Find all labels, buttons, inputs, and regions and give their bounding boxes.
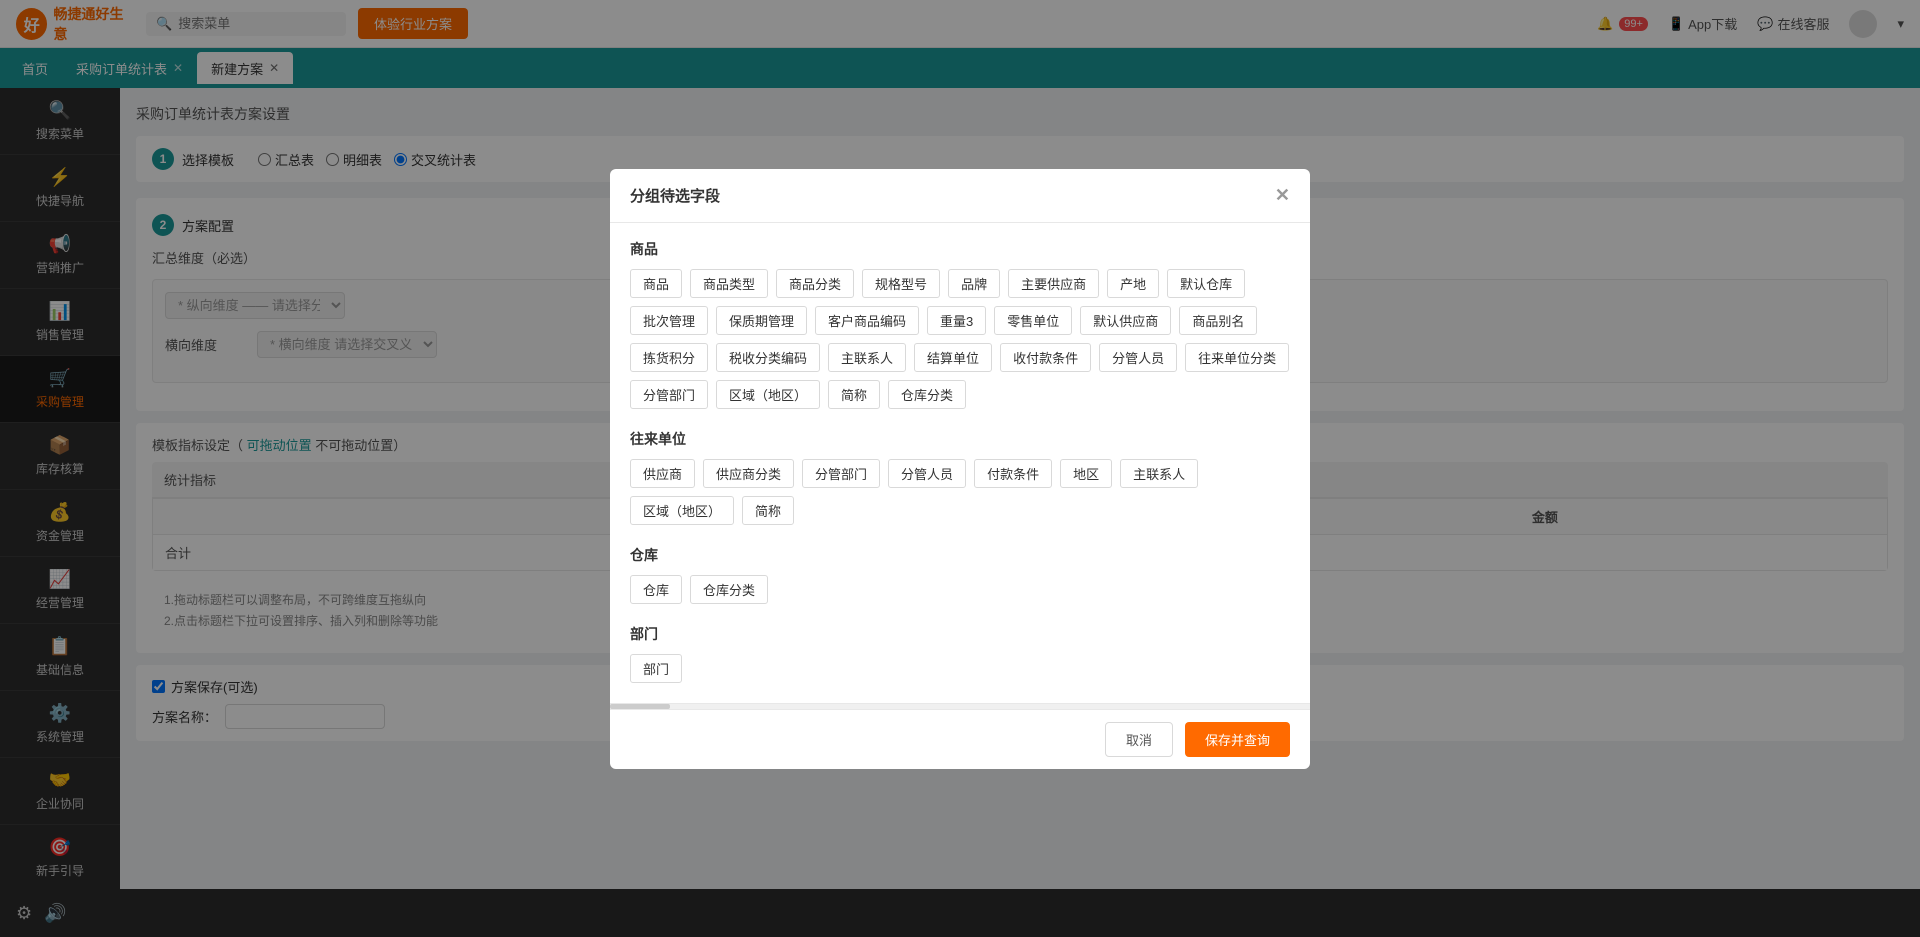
field-tag-goods-alias[interactable]: 商品别名 xyxy=(1179,306,1257,335)
field-tag-supervisor2[interactable]: 分管人员 xyxy=(888,459,966,488)
field-tag-warehouse[interactable]: 仓库 xyxy=(630,575,682,604)
field-tag-customer-code[interactable]: 客户商品编码 xyxy=(815,306,919,335)
modal-horizontal-scroll[interactable] xyxy=(610,703,1310,709)
field-tag-brand[interactable]: 品牌 xyxy=(948,269,1000,298)
field-tag-supplier[interactable]: 供应商 xyxy=(630,459,695,488)
field-tag-payment-terms[interactable]: 收付款条件 xyxy=(1000,343,1091,372)
dept-fields: 部门 xyxy=(630,654,1290,683)
field-tag-short-name2[interactable]: 简称 xyxy=(742,496,794,525)
section-dept-title: 部门 xyxy=(630,624,1290,644)
section-dept: 部门 部门 xyxy=(630,624,1290,683)
field-tag-spec[interactable]: 规格型号 xyxy=(862,269,940,298)
field-tag-counterpart-category[interactable]: 往来单位分类 xyxy=(1185,343,1289,372)
field-tag-main-contact[interactable]: 主联系人 xyxy=(828,343,906,372)
field-tag-dept-mgmt2[interactable]: 分管部门 xyxy=(802,459,880,488)
counterpart-fields: 供应商 供应商分类 分管部门 分管人员 付款条件 地区 主联系人 区域（地区） … xyxy=(630,459,1290,525)
modal-footer: 取消 保存并查询 xyxy=(610,709,1310,769)
modal-title: 分组待选字段 xyxy=(630,185,720,206)
field-tag-dept[interactable]: 部门 xyxy=(630,654,682,683)
hscroll-thumb xyxy=(610,704,670,709)
field-tag-quality-mgmt[interactable]: 保质期管理 xyxy=(716,306,807,335)
section-goods: 商品 商品 商品类型 商品分类 规格型号 品牌 主要供应商 产地 默认仓库 批次… xyxy=(630,239,1290,409)
section-counterpart-title: 往来单位 xyxy=(630,429,1290,449)
goods-fields: 商品 商品类型 商品分类 规格型号 品牌 主要供应商 产地 默认仓库 批次管理 … xyxy=(630,269,1290,409)
section-warehouse: 仓库 仓库 仓库分类 xyxy=(630,545,1290,604)
field-tag-main-supplier[interactable]: 主要供应商 xyxy=(1008,269,1099,298)
field-tag-region[interactable]: 区域（地区） xyxy=(716,380,820,409)
field-tag-tax-code[interactable]: 税收分类编码 xyxy=(716,343,820,372)
field-tag-goods-category[interactable]: 商品分类 xyxy=(776,269,854,298)
modal-header: 分组待选字段 ✕ xyxy=(610,169,1310,223)
field-tag-supervisor[interactable]: 分管人员 xyxy=(1099,343,1177,372)
field-tag-weight[interactable]: 重量3 xyxy=(927,306,986,335)
field-tag-origin[interactable]: 产地 xyxy=(1107,269,1159,298)
field-tag-goods-type[interactable]: 商品类型 xyxy=(690,269,768,298)
field-tag-short-name[interactable]: 简称 xyxy=(828,380,880,409)
cancel-button[interactable]: 取消 xyxy=(1105,722,1173,757)
field-tag-pick-points[interactable]: 拣货积分 xyxy=(630,343,708,372)
field-tag-default-supplier[interactable]: 默认供应商 xyxy=(1080,306,1171,335)
field-tag-supplier-category[interactable]: 供应商分类 xyxy=(703,459,794,488)
field-tag-goods[interactable]: 商品 xyxy=(630,269,682,298)
field-tag-main-contact2[interactable]: 主联系人 xyxy=(1120,459,1198,488)
field-tag-warehouse-category[interactable]: 仓库分类 xyxy=(888,380,966,409)
warehouse-fields: 仓库 仓库分类 xyxy=(630,575,1290,604)
field-tag-region2[interactable]: 区域（地区） xyxy=(630,496,734,525)
section-warehouse-title: 仓库 xyxy=(630,545,1290,565)
field-tag-payment-cond[interactable]: 付款条件 xyxy=(974,459,1052,488)
modal-body: 商品 商品 商品类型 商品分类 规格型号 品牌 主要供应商 产地 默认仓库 批次… xyxy=(610,223,1310,703)
field-tag-warehouse-cat[interactable]: 仓库分类 xyxy=(690,575,768,604)
field-tag-default-warehouse[interactable]: 默认仓库 xyxy=(1167,269,1245,298)
field-tag-retail-unit[interactable]: 零售单位 xyxy=(994,306,1072,335)
confirm-button[interactable]: 保存并查询 xyxy=(1185,722,1290,757)
field-select-modal: 分组待选字段 ✕ 商品 商品 商品类型 商品分类 规格型号 品牌 主要供应商 产… xyxy=(610,169,1310,769)
modal-close-button[interactable]: ✕ xyxy=(1275,186,1290,204)
section-counterpart: 往来单位 供应商 供应商分类 分管部门 分管人员 付款条件 地区 主联系人 区域… xyxy=(630,429,1290,525)
field-tag-dept-mgmt[interactable]: 分管部门 xyxy=(630,380,708,409)
modal-overlay: 分组待选字段 ✕ 商品 商品 商品类型 商品分类 规格型号 品牌 主要供应商 产… xyxy=(0,0,1920,937)
field-tag-settlement-unit[interactable]: 结算单位 xyxy=(914,343,992,372)
section-goods-title: 商品 xyxy=(630,239,1290,259)
field-tag-batch-mgmt[interactable]: 批次管理 xyxy=(630,306,708,335)
field-tag-area[interactable]: 地区 xyxy=(1060,459,1112,488)
